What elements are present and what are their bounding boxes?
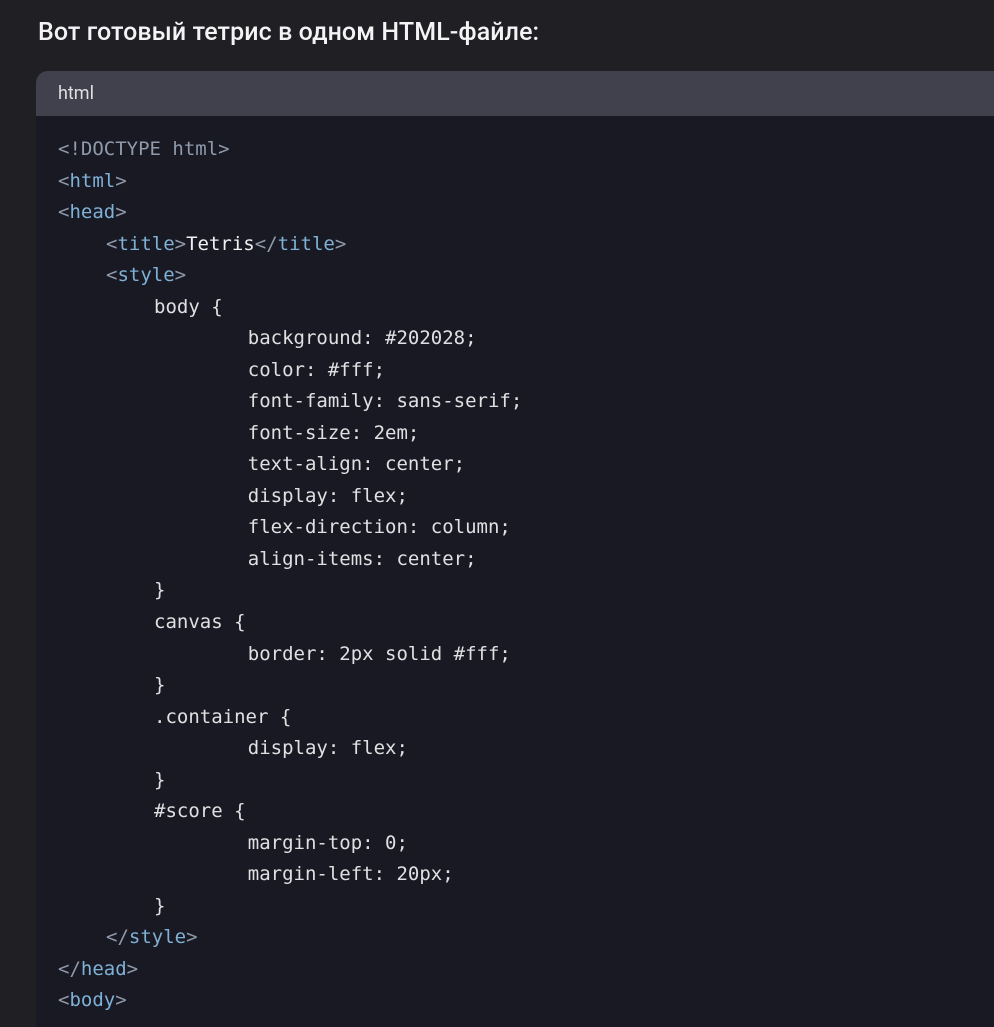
css-line: canvas { — [58, 607, 972, 639]
css-line: text-align: center; — [58, 449, 972, 481]
doctype-close: > — [218, 138, 229, 160]
css-line: body { — [58, 292, 972, 324]
css-line: } — [58, 575, 972, 607]
css-line: font-size: 2em; — [58, 418, 972, 450]
message-container: Вот готовый тетрис в одном HTML-файле: h… — [0, 0, 994, 1027]
css-line: margin-left: 20px; — [58, 859, 972, 891]
doctype-body: DOCTYPE html — [81, 138, 218, 160]
code-block: html <!DOCTYPE html><html><head><title>T… — [36, 71, 994, 1027]
css-line: background: #202028; — [58, 323, 972, 355]
code-language-label: html — [36, 71, 994, 116]
css-line: .container { — [58, 702, 972, 734]
css-line: font-family: sans-serif; — [58, 386, 972, 418]
tag-head-close: head — [81, 958, 127, 980]
tag-html: html — [69, 170, 115, 192]
title-text: Tetris — [186, 233, 255, 255]
css-line: flex-direction: column; — [58, 512, 972, 544]
css-line: align-items: center; — [58, 544, 972, 576]
doctype-open: <! — [58, 138, 81, 160]
css-line: display: flex; — [58, 733, 972, 765]
css-line: #score { — [58, 796, 972, 828]
css-line: } — [58, 765, 972, 797]
css-line: } — [58, 670, 972, 702]
css-line: display: flex; — [58, 481, 972, 513]
css-line: border: 2px solid #fff; — [58, 639, 972, 671]
css-line: color: #fff; — [58, 355, 972, 387]
code-content[interactable]: <!DOCTYPE html><html><head><title>Tetris… — [36, 116, 994, 1027]
tag-title-close: title — [278, 233, 335, 255]
intro-text: Вот готовый тетрис в одном HTML-файле: — [38, 18, 994, 47]
tag-style-close: style — [129, 926, 186, 948]
tag-head: head — [69, 201, 115, 223]
css-line: margin-top: 0; — [58, 828, 972, 860]
tag-body-open: body — [69, 989, 115, 1011]
css-line: } — [58, 891, 972, 923]
tag-title-open: title — [117, 233, 174, 255]
tag-style-open: style — [117, 264, 174, 286]
